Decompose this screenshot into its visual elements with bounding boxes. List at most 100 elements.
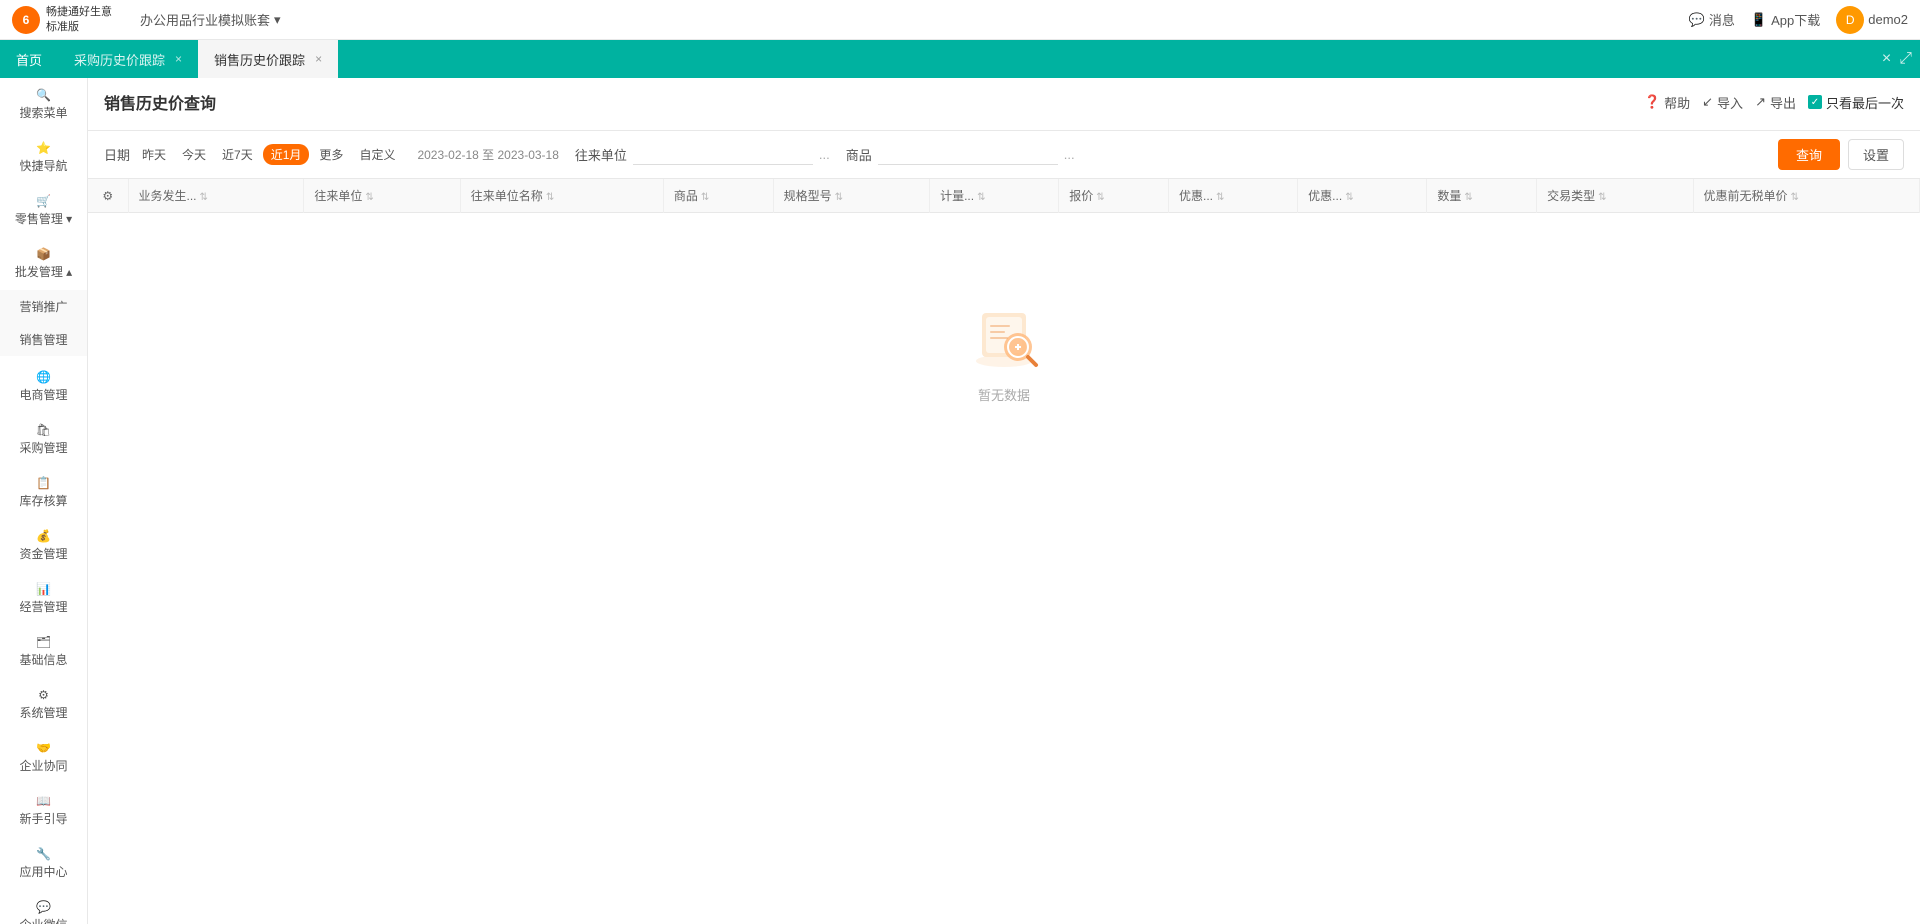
content-area: 销售历史价查询 ❓ 帮助 ↙ 导入 ↗ 导出 (88, 78, 1920, 924)
import-button[interactable]: ↙ 导入 (1702, 93, 1743, 112)
logo-line2: 标准版 (46, 20, 112, 34)
sidebar-item-ecommerce[interactable]: 🌐 电商管理 (0, 360, 87, 413)
empty-text: 暂无数据 (978, 385, 1030, 404)
data-table: ⚙ 业务发生...⇅ 往来单位⇅ 往来单位名称⇅ 商品⇅ 规格型号⇅ 计量...… (88, 179, 1920, 213)
th-discount2[interactable]: 优惠...⇅ (1298, 179, 1427, 213)
help-icon: ❓ (1644, 94, 1660, 110)
retail-icon: 🛒 (36, 194, 51, 208)
sidebar-item-operations[interactable]: 📊 经营管理 (0, 572, 87, 625)
sidebar-item-retail[interactable]: 🛒 零售管理 ▾ (0, 184, 87, 237)
th-qty[interactable]: 数量⇅ (1427, 179, 1537, 213)
date-label: 日期 (104, 145, 130, 164)
empty-state: 暂无数据 (88, 213, 1920, 484)
th-biz-date[interactable]: 业务发生...⇅ (128, 179, 304, 213)
apps-icon: 🔧 (36, 847, 51, 861)
sidebar-item-base-info[interactable]: 🗂 基础信息 (0, 625, 87, 678)
tab-sales-history[interactable]: 销售历史价跟踪 × (198, 40, 338, 78)
user-name: demo2 (1868, 12, 1908, 27)
sidebar-inventory-label: 库存核算 (19, 492, 67, 509)
window-maximize-button[interactable]: ⤢ (1899, 50, 1912, 68)
query-button[interactable]: 查询 (1778, 139, 1840, 170)
export-button[interactable]: ↗ 导出 (1755, 93, 1796, 112)
sidebar-item-sales-mgmt[interactable]: 销售管理 (0, 323, 87, 356)
tab-home[interactable]: 首页 (0, 40, 58, 78)
logo-line1: 畅捷通好生意 (46, 5, 112, 19)
sidebar-item-system[interactable]: ⚙ 系统管理 (0, 678, 87, 731)
goods-label: 商品 (846, 145, 872, 164)
wholesale-icon: 📦 (36, 247, 51, 261)
tab2-label: 销售历史价跟踪 (214, 50, 305, 69)
nav-icon: ⭐ (36, 141, 51, 155)
date-filter-group: 日期 昨天 今天 近7天 近1月 更多 自定义 (104, 144, 401, 165)
date-shortcuts: 昨天 今天 近7天 近1月 更多 自定义 (136, 144, 401, 165)
sidebar-item-finance[interactable]: 💰 资金管理 (0, 519, 87, 572)
tab-bar: 首页 采购历史价跟踪 × 销售历史价跟踪 × × ⤢ (0, 40, 1920, 78)
sidebar-item-enterprise[interactable]: 🤝 企业协同 (0, 731, 87, 784)
operations-icon: 📊 (36, 582, 51, 596)
sidebar-ecommerce-label: 电商管理 (19, 386, 67, 403)
th-unit-code[interactable]: 往来单位⇅ (304, 179, 460, 213)
date-btn-7days[interactable]: 近7天 (216, 144, 259, 165)
checkbox-icon (1808, 95, 1822, 109)
source-dots-icon[interactable]: ... (819, 147, 830, 162)
tab1-label: 采购历史价跟踪 (74, 50, 165, 69)
date-btn-custom[interactable]: 自定义 (353, 144, 401, 165)
app-download-button[interactable]: 📱 App下载 (1751, 10, 1820, 29)
table-header-row: ⚙ 业务发生...⇅ 往来单位⇅ 往来单位名称⇅ 商品⇅ 规格型号⇅ 计量...… (88, 179, 1920, 213)
sidebar-finance-label: 资金管理 (19, 545, 67, 562)
sidebar-item-apps[interactable]: 🔧 应用中心 (0, 837, 87, 890)
th-goods[interactable]: 商品⇅ (663, 179, 773, 213)
export-label: 导出 (1770, 93, 1796, 112)
sidebar-item-search[interactable]: 🔍 搜索菜单 (0, 78, 87, 131)
purchase-icon: 🛍 (36, 423, 51, 437)
date-btn-today[interactable]: 今天 (176, 144, 212, 165)
app-selector[interactable]: 办公用品行业模拟账套 ▾ (140, 10, 281, 29)
th-pre-tax-price[interactable]: 优惠前无税单价⇅ (1693, 179, 1919, 213)
settings-button[interactable]: 设置 (1848, 139, 1904, 170)
tab2-close-icon[interactable]: × (315, 52, 322, 66)
user-area[interactable]: D demo2 (1836, 6, 1908, 34)
sidebar-apps-label: 应用中心 (19, 863, 67, 880)
sidebar-item-inventory[interactable]: 📋 库存核算 (0, 466, 87, 519)
system-icon: ⚙ (38, 688, 49, 702)
th-discount1[interactable]: 优惠...⇅ (1168, 179, 1297, 213)
sidebar: 🔍 搜索菜单 ⭐ 快捷导航 🛒 零售管理 ▾ 📦 批发管理 ▴ 营销推广 销售管… (0, 78, 88, 924)
th-unit-name[interactable]: 往来单位名称⇅ (460, 179, 663, 213)
only-last-label: 只看最后一次 (1826, 93, 1904, 112)
help-label: 帮助 (1664, 93, 1690, 112)
date-btn-more[interactable]: 更多 (313, 144, 349, 165)
goods-dots-icon[interactable]: ... (1064, 147, 1075, 162)
message-icon: 💬 (1689, 12, 1705, 28)
goods-input[interactable] (878, 145, 1058, 165)
sidebar-item-wholesale[interactable]: 📦 批发管理 ▴ (0, 237, 87, 290)
sidebar-item-quicknav[interactable]: ⭐ 快捷导航 (0, 131, 87, 184)
date-btn-1month[interactable]: 近1月 (263, 144, 310, 165)
th-spec[interactable]: 规格型号⇅ (773, 179, 929, 213)
sidebar-item-purchase[interactable]: 🛍 采购管理 (0, 413, 87, 466)
tab-purchase-history[interactable]: 采购历史价跟踪 × (58, 40, 198, 78)
only-last-checkbox[interactable]: 只看最后一次 (1808, 93, 1904, 112)
date-btn-yesterday[interactable]: 昨天 (136, 144, 172, 165)
source-input[interactable] (633, 145, 813, 165)
sidebar-baseinfo-label: 基础信息 (19, 651, 67, 668)
avatar: D (1836, 6, 1864, 34)
window-close-button[interactable]: × (1882, 50, 1891, 68)
help-button[interactable]: ❓ 帮助 (1644, 93, 1690, 112)
sidebar-wechat-label: 企业微信 (19, 916, 67, 924)
sidebar-item-marketing[interactable]: 营销推广 (0, 290, 87, 323)
main-layout: 🔍 搜索菜单 ⭐ 快捷导航 🛒 零售管理 ▾ 📦 批发管理 ▴ 营销推广 销售管… (0, 78, 1920, 924)
app-download-label: App下载 (1771, 10, 1820, 29)
sidebar-item-guide[interactable]: 📖 新手引导 (0, 784, 87, 837)
th-unit[interactable]: 计量...⇅ (930, 179, 1059, 213)
page-title: 销售历史价查询 (104, 90, 216, 114)
sidebar-sales-mgmt-label: 销售管理 (19, 331, 67, 348)
page-title-row: 销售历史价查询 ❓ 帮助 ↙ 导入 ↗ 导出 (104, 90, 1904, 114)
sidebar-quicknav-label: 快捷导航 (19, 157, 67, 174)
th-quote[interactable]: 报价⇅ (1059, 179, 1169, 213)
message-button[interactable]: 💬 消息 (1689, 10, 1735, 29)
th-gear[interactable]: ⚙ (88, 179, 128, 213)
tab1-close-icon[interactable]: × (175, 52, 182, 66)
sidebar-item-wechat[interactable]: 💬 企业微信 (0, 890, 87, 924)
th-trade-type[interactable]: 交易类型⇅ (1537, 179, 1693, 213)
enterprise-icon: 🤝 (36, 741, 51, 755)
